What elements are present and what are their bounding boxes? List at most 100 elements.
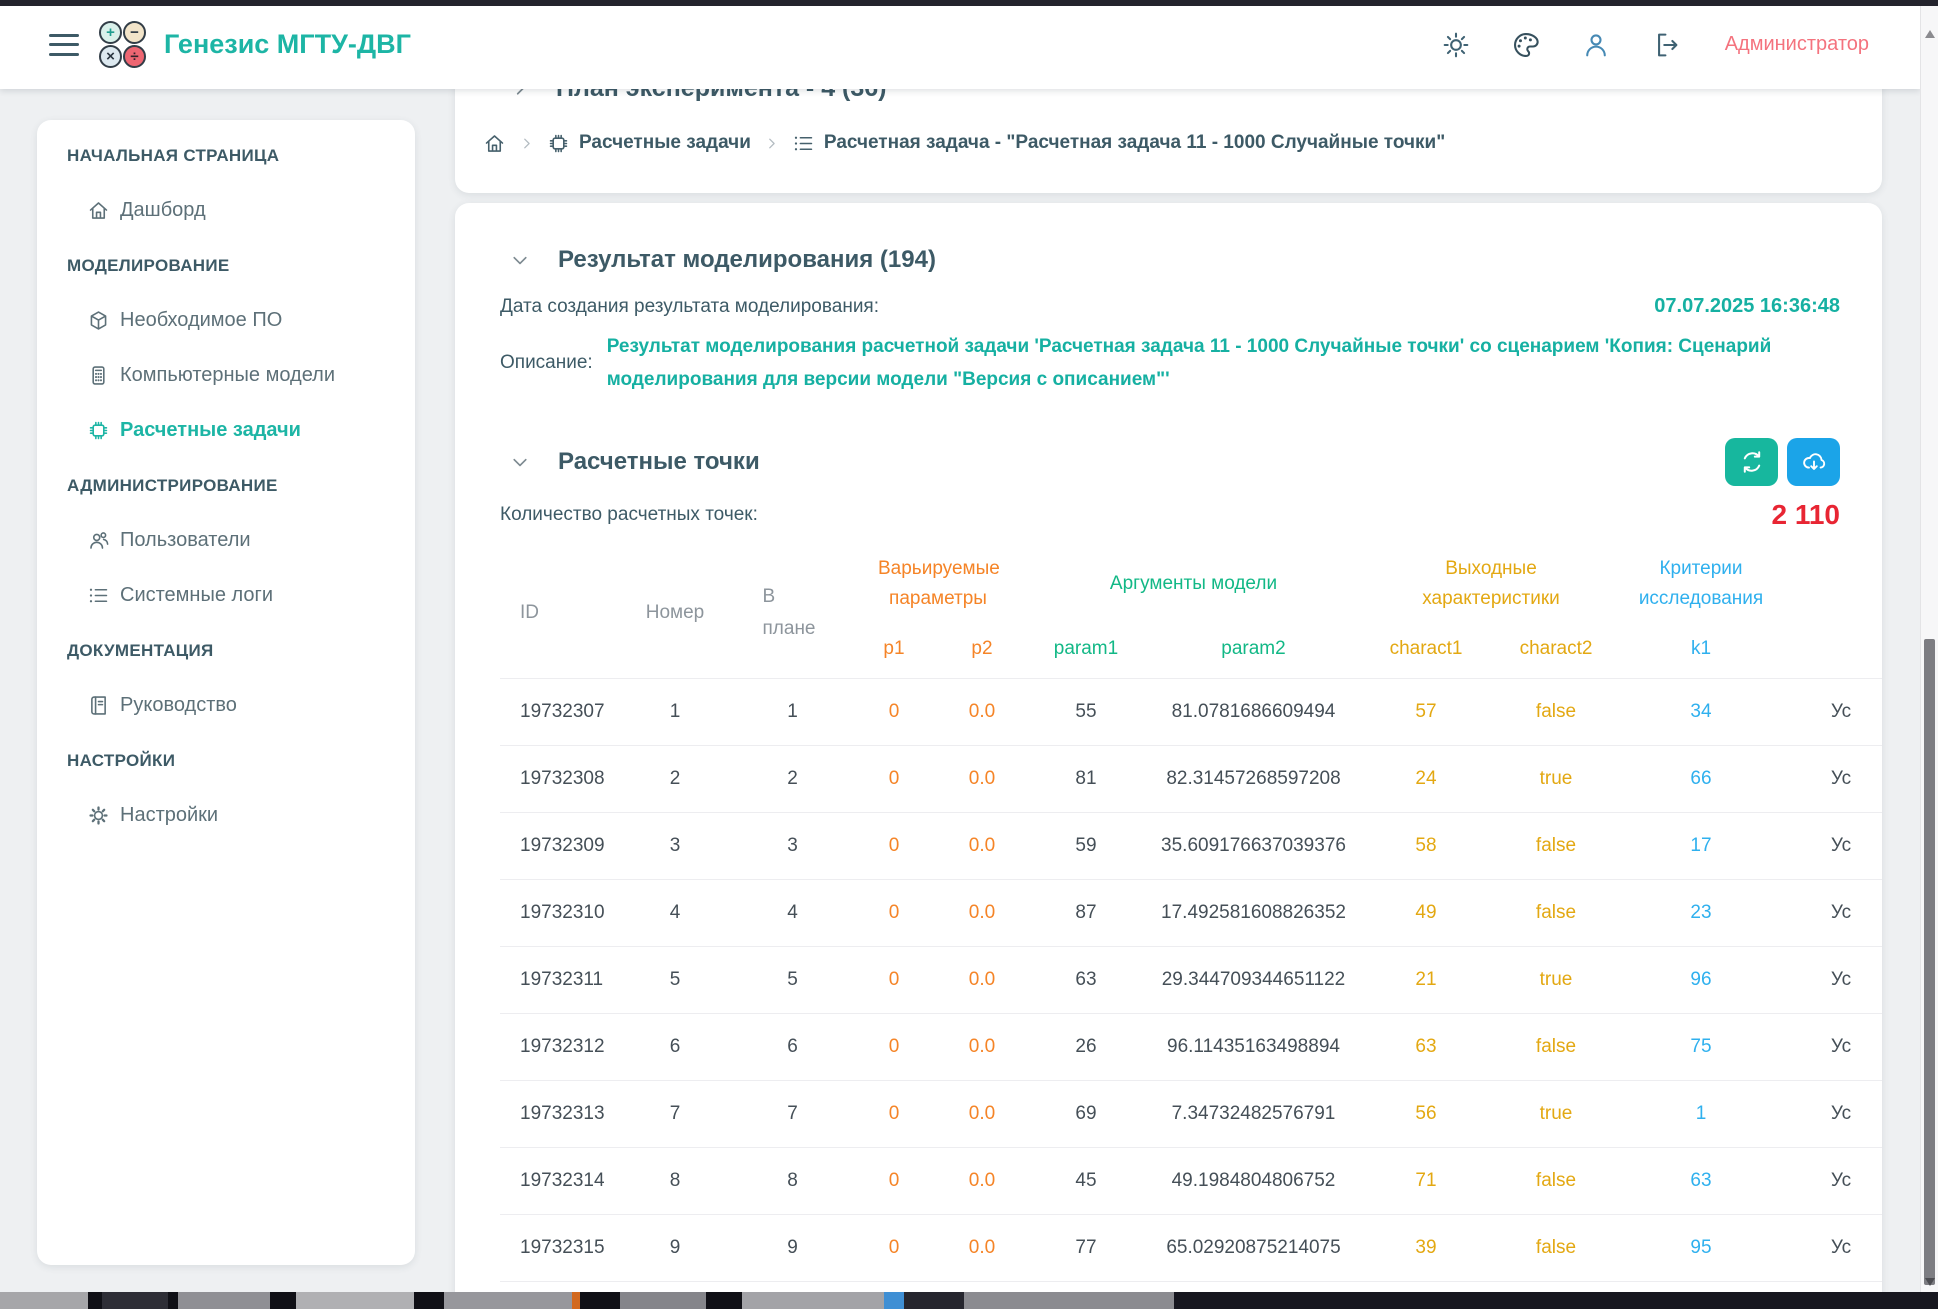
page-scrollbar[interactable] xyxy=(1920,6,1938,1292)
taskbar-window-thumbnail[interactable] xyxy=(296,1292,414,1309)
chevron-down-icon[interactable] xyxy=(510,452,530,472)
table-cell: 17 xyxy=(1621,812,1781,880)
taskbar-window-thumbnail[interactable] xyxy=(580,1292,620,1309)
chip-icon xyxy=(87,419,110,442)
sidebar-item[interactable]: Дашборд xyxy=(37,183,415,238)
download-points-button[interactable] xyxy=(1787,438,1840,486)
scrollbar-up-arrow[interactable] xyxy=(1925,30,1935,38)
table-cell: 63 xyxy=(1026,946,1146,1014)
table-cell: 24 xyxy=(1361,745,1491,813)
breadcrumb: Расчетные задачи Расчетная задача - "Рас… xyxy=(483,126,1445,160)
column-group-header: Критерии исследования xyxy=(1638,558,1764,609)
sidebar-item[interactable]: Необходимое ПО xyxy=(37,293,415,348)
breadcrumb-label: Расчетные задачи xyxy=(579,132,751,153)
sidebar-item[interactable]: Системные логи xyxy=(37,568,415,623)
chevron-down-icon[interactable] xyxy=(510,250,530,270)
table-row[interactable]: 19732312 6 6 0 0.0 26 96.11435163498894 63 false… xyxy=(500,1013,1882,1081)
table-cell: Ус xyxy=(1781,946,1882,1014)
table-row[interactable]: 19732311 5 5 0 0.0 63 29.344709344651122 21 true… xyxy=(500,946,1882,1014)
table-cell: true xyxy=(1491,946,1621,1014)
points-count-value: 2 110 xyxy=(1771,499,1840,530)
sidebar-item[interactable]: Пользователи xyxy=(37,513,415,568)
table-cell: Ус xyxy=(1781,1080,1882,1148)
table-row[interactable]: 19732308 2 2 0 0.0 81 82.31457268597208 24 true 6… xyxy=(500,745,1882,813)
taskbar-window-thumbnail[interactable] xyxy=(742,1292,884,1309)
table-cell: 29.344709344651122 xyxy=(1146,946,1361,1014)
sidebar-item-label: Необходимое ПО xyxy=(120,309,283,331)
table-cell: 19732309 xyxy=(500,812,615,880)
points-table-wrap: ID Номер В плане Варьируемые параметры Аргум… xyxy=(500,548,1882,1282)
table-cell: false xyxy=(1491,812,1621,880)
table-cell: 19732311 xyxy=(500,946,615,1014)
table-cell: 19732315 xyxy=(500,1214,615,1282)
table-cell: 1 xyxy=(615,678,735,746)
column-group-header: Выходные характеристики xyxy=(1422,558,1560,609)
table-cell: 0 xyxy=(850,1013,938,1081)
os-taskbar xyxy=(0,1292,1938,1309)
taskbar-window-thumbnail[interactable] xyxy=(178,1292,270,1309)
taskbar-window-thumbnail[interactable] xyxy=(0,1292,88,1309)
refresh-points-button[interactable] xyxy=(1725,438,1778,486)
taskbar-window-thumbnail[interactable] xyxy=(706,1292,742,1309)
table-cell: 49.1984804806752 xyxy=(1146,1147,1361,1215)
table-cell: 63 xyxy=(1361,1013,1491,1081)
taskbar-window-thumbnail[interactable] xyxy=(88,1292,102,1309)
sidebar-section-header: МОДЕЛИРОВАНИЕ xyxy=(67,255,230,275)
table-cell: 55 xyxy=(1026,678,1146,746)
app-title: Генезис МГТУ-ДВГ xyxy=(164,29,411,59)
scrollbar-down-arrow[interactable] xyxy=(1925,1278,1935,1286)
theme-sun-icon[interactable] xyxy=(1441,30,1471,60)
palette-icon[interactable] xyxy=(1511,30,1541,60)
hamburger-menu-icon[interactable] xyxy=(49,33,79,56)
table-cell: 0 xyxy=(850,745,938,813)
sidebar-item[interactable]: Настройки xyxy=(37,788,415,843)
table-cell: 0 xyxy=(850,946,938,1014)
table-cell: 5 xyxy=(615,946,735,1014)
table-cell: 7 xyxy=(615,1080,735,1148)
taskbar-window-thumbnail[interactable] xyxy=(884,1292,904,1309)
home-icon xyxy=(87,199,110,222)
table-cell: 81.0781686609494 xyxy=(1146,678,1361,746)
sub-column-header: p1 xyxy=(850,620,938,679)
table-row[interactable]: 19732310 4 4 0 0.0 87 17.492581608826352 49 fals… xyxy=(500,879,1882,947)
sidebar-item[interactable]: Руководство xyxy=(37,678,415,733)
scrollbar-thumb[interactable] xyxy=(1924,639,1935,1285)
table-cell: 8 xyxy=(615,1147,735,1215)
sidebar-item-label: Компьютерные модели xyxy=(120,364,336,386)
table-row[interactable]: 19732315 9 9 0 0.0 77 65.02920875214075 39 false… xyxy=(500,1214,1882,1282)
taskbar-window-thumbnail[interactable] xyxy=(168,1292,178,1309)
app-header: + − × ÷ Генезис МГТУ-ДВГ Администратор xyxy=(0,0,1920,89)
table-cell: 0.0 xyxy=(938,1214,1026,1282)
table-cell: 0 xyxy=(850,1214,938,1282)
table-cell: 75 xyxy=(1621,1013,1781,1081)
table-cell: 66 xyxy=(1621,745,1781,813)
table-cell: 19732307 xyxy=(500,678,615,746)
table-cell: 0 xyxy=(850,1147,938,1215)
taskbar-window-thumbnail[interactable] xyxy=(102,1292,168,1309)
table-cell: 77 xyxy=(1026,1214,1146,1282)
breadcrumb-calc-tasks[interactable]: Расчетные задачи xyxy=(547,132,751,155)
taskbar-window-thumbnail[interactable] xyxy=(270,1292,296,1309)
taskbar-window-thumbnail[interactable] xyxy=(620,1292,706,1309)
taskbar-window-thumbnail[interactable] xyxy=(572,1292,580,1309)
column-header: ID xyxy=(500,548,615,679)
table-row[interactable]: 19732307 1 1 0 0.0 55 81.0781686609494 57 false 3… xyxy=(500,678,1882,746)
breadcrumb-current-task[interactable]: Расчетная задача - "Расчетная задача 11 … xyxy=(792,132,1445,155)
taskbar-window-thumbnail[interactable] xyxy=(414,1292,444,1309)
breadcrumb-home[interactable] xyxy=(483,132,506,155)
taskbar-window-thumbnail[interactable] xyxy=(444,1292,572,1309)
sidebar-item[interactable]: Компьютерные модели xyxy=(37,348,415,403)
table-cell: 65.02920875214075 xyxy=(1146,1214,1361,1282)
table-cell: 0 xyxy=(850,1080,938,1148)
user-profile-icon[interactable] xyxy=(1581,30,1611,60)
table-row[interactable]: 19732314 8 8 0 0.0 45 49.1984804806752 71 false 6… xyxy=(500,1147,1882,1215)
taskbar-window-thumbnail[interactable] xyxy=(964,1292,1174,1309)
table-row[interactable]: 19732309 3 3 0 0.0 59 35.609176637039376 58 fals… xyxy=(500,812,1882,880)
taskbar-window-thumbnail[interactable] xyxy=(904,1292,964,1309)
list-icon xyxy=(792,132,815,155)
table-cell: 0.0 xyxy=(938,946,1026,1014)
sidebar-item[interactable]: Расчетные задачи xyxy=(37,403,415,458)
table-row[interactable]: 19732313 7 7 0 0.0 69 7.34732482576791 56 true 1 У… xyxy=(500,1080,1882,1148)
table-cell: true xyxy=(1491,745,1621,813)
logout-icon[interactable] xyxy=(1651,30,1681,60)
